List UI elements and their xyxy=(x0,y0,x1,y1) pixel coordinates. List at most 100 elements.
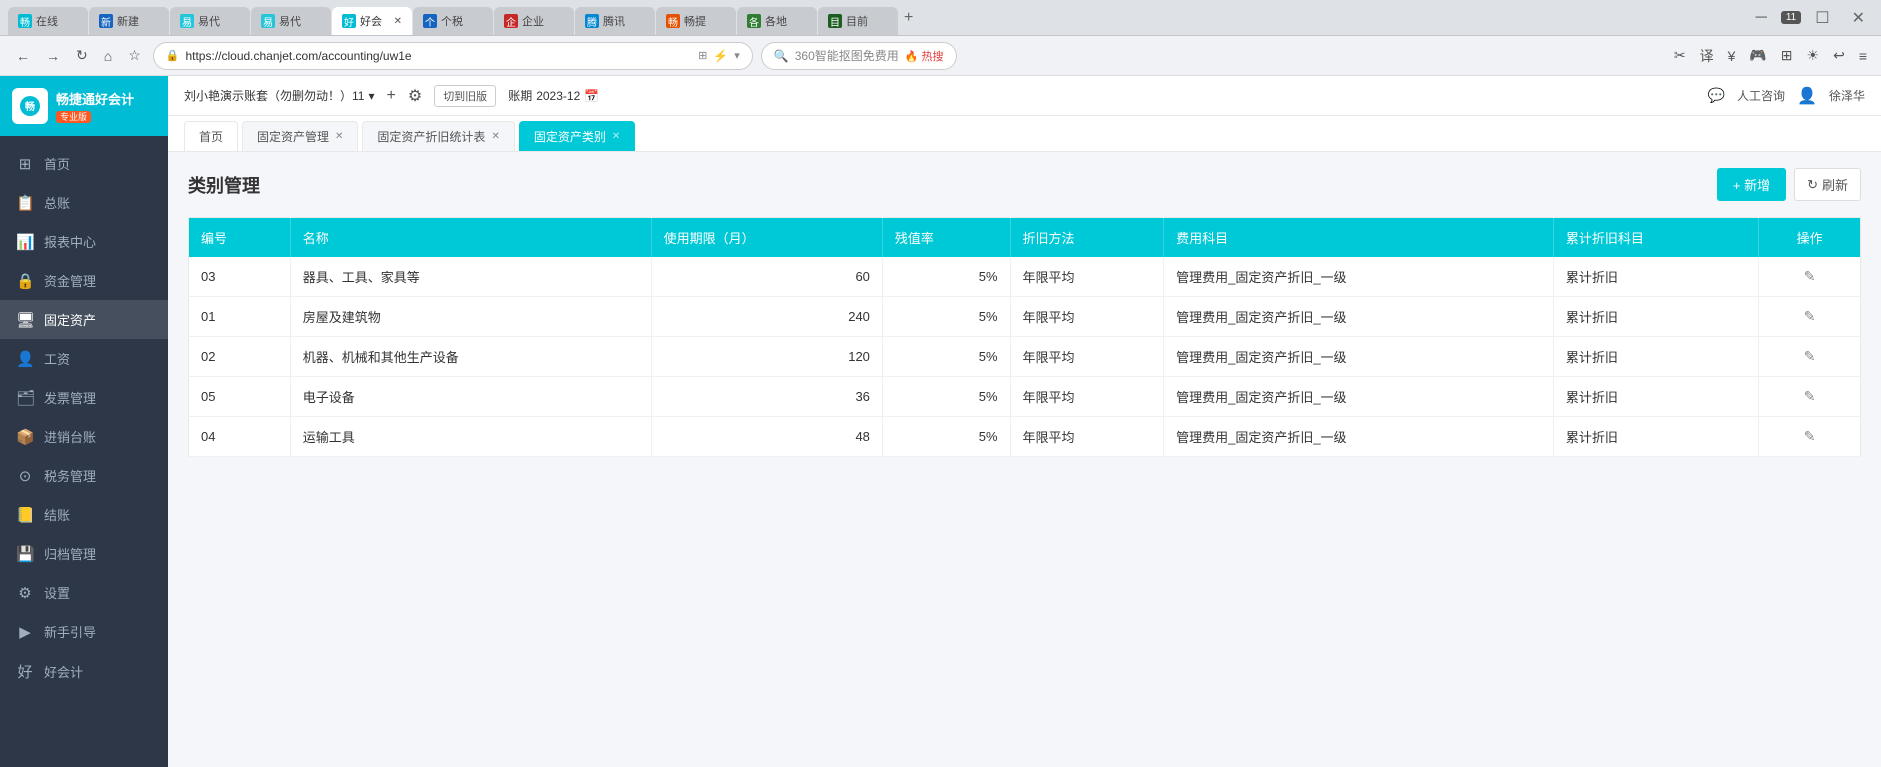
forward-button[interactable]: → xyxy=(42,46,64,66)
page-tab-close-fixed-assets-mgmt[interactable]: ✕ xyxy=(335,131,343,142)
table-header: 编号名称使用期限（月）残值率折旧方法费用科目累计折旧科目操作 xyxy=(189,218,1861,258)
period-label: 账期 xyxy=(508,87,532,104)
sidebar-item-payroll[interactable]: 👤 工资 xyxy=(0,339,168,378)
table-header-残值率: 残值率 xyxy=(882,218,1010,258)
nav-icon-invoices: 🗂 xyxy=(16,389,34,407)
browser-tab-tab1[interactable]: 畅 在线 xyxy=(8,7,88,35)
cell-expense-4: 管理费用_固定资产折旧_一级 xyxy=(1164,417,1554,457)
edit-button-3[interactable]: ✎ xyxy=(1804,388,1816,405)
edit-button-4[interactable]: ✎ xyxy=(1804,428,1816,445)
cut-icon[interactable]: ✂ xyxy=(1672,45,1688,66)
edit-button-2[interactable]: ✎ xyxy=(1804,348,1816,365)
address-bar[interactable]: 🔒 https://cloud.chanjet.com/accounting/u… xyxy=(153,42,753,70)
home-button[interactable]: ⌂ xyxy=(100,46,116,66)
cell-actions-2: ✎ xyxy=(1759,337,1861,377)
table-header-费用科目: 费用科目 xyxy=(1164,218,1554,258)
sidebar-item-archive[interactable]: 💾 归档管理 xyxy=(0,534,168,573)
bookmark-button[interactable]: ☆ xyxy=(124,45,145,66)
sidebar-item-funds[interactable]: 🔒 资金管理 xyxy=(0,261,168,300)
tab-close-icon[interactable]: ✕ xyxy=(394,16,402,27)
switch-to-old-version-button[interactable]: 切到旧版 xyxy=(434,85,496,107)
settings-button[interactable]: ⚙ xyxy=(408,86,422,106)
sidebar-item-invoices[interactable]: 🗂 发票管理 xyxy=(0,378,168,417)
refresh-button[interactable]: ↻ 刷新 xyxy=(1794,168,1861,201)
browser-tab-tab6[interactable]: 个 个税 xyxy=(413,7,493,35)
cell-expense-0: 管理费用_固定资产折旧_一级 xyxy=(1164,257,1554,297)
browser-tab-tab9[interactable]: 畅 畅提 xyxy=(656,7,736,35)
tab-favicon: 各 xyxy=(747,14,761,28)
user-dropdown-icon[interactable]: ▾ xyxy=(368,89,374,103)
browser-tab-tab8[interactable]: 腾 腾讯 xyxy=(575,7,655,35)
back-button[interactable]: ← xyxy=(12,46,34,66)
table-header-编号: 编号 xyxy=(189,218,291,258)
address-dropdown-icon[interactable]: ▾ xyxy=(734,49,740,62)
action-buttons: + 新增 ↻ 刷新 xyxy=(1717,168,1861,201)
add-account-button[interactable]: + xyxy=(387,87,396,105)
page-tab-label-fixed-assets-mgmt: 固定资产管理 xyxy=(257,128,329,145)
address-lightning-icon: ⚡ xyxy=(713,49,728,63)
page-tab-fixed-assets-depreciation[interactable]: 固定资产折旧统计表 ✕ xyxy=(362,121,514,151)
content-area: 类别管理 + 新增 ↻ 刷新 编号名称使用期限（月）残值率折旧方法费用科目累计折… xyxy=(168,152,1881,767)
grid-icon[interactable]: ⊞ xyxy=(1779,45,1795,66)
sidebar-item-settlement[interactable]: 📒 结账 xyxy=(0,495,168,534)
nav-icon-ledger: 📋 xyxy=(16,194,34,212)
table-row: 04 运输工具 48 5% 年限平均 管理费用_固定资产折旧_一级 累计折旧 ✎ xyxy=(189,417,1861,457)
cell-residual-2: 5% xyxy=(882,337,1010,377)
browser-tab-tab2[interactable]: 新 新建 xyxy=(89,7,169,35)
sidebar-item-reports[interactable]: 📊 报表中心 xyxy=(0,222,168,261)
add-button[interactable]: + 新增 xyxy=(1717,168,1786,201)
user-account-name: 刘小艳演示账套（勿删勿动！）11 xyxy=(184,87,364,104)
sidebar-item-settings[interactable]: ⚙ 设置 xyxy=(0,573,168,612)
nav-label-payroll: 工资 xyxy=(44,349,70,368)
page-tab-fixed-assets-mgmt[interactable]: 固定资产管理 ✕ xyxy=(242,121,358,151)
page-tab-close-fixed-assets-depreciation[interactable]: ✕ xyxy=(491,131,499,142)
menu-icon[interactable]: ≡ xyxy=(1857,46,1869,66)
browser-tab-tab3[interactable]: 易 易代 xyxy=(170,7,250,35)
edit-button-1[interactable]: ✎ xyxy=(1804,308,1816,325)
sidebar-item-home[interactable]: ⊞ 首页 xyxy=(0,144,168,183)
wallet-icon[interactable]: ¥ xyxy=(1726,46,1738,66)
refresh-label: 刷新 xyxy=(1822,175,1848,194)
calendar-icon[interactable]: 📅 xyxy=(584,89,599,103)
nav-label-home: 首页 xyxy=(44,154,70,173)
sidebar-item-tax[interactable]: ⊙ 税务管理 xyxy=(0,456,168,495)
new-tab-button[interactable]: + xyxy=(898,9,919,27)
window-minimize-button[interactable]: ─ xyxy=(1748,7,1775,29)
search-bar[interactable]: 🔍 360智能抠图免费用 🔥 热搜 xyxy=(761,42,957,70)
sidebar-item-ledger[interactable]: 📋 总账 xyxy=(0,183,168,222)
logo-badge: 专业版 xyxy=(56,111,91,123)
browser-tab-tab4[interactable]: 易 易代 xyxy=(251,7,331,35)
page-tab-fixed-assets-category[interactable]: 固定资产类别 ✕ xyxy=(519,121,635,151)
page-title: 类别管理 xyxy=(188,172,260,198)
ssl-lock-icon: 🔒 xyxy=(166,49,180,62)
sidebar-item-good-account[interactable]: 好 好会计 xyxy=(0,651,168,692)
tab-favicon: 个 xyxy=(423,14,437,28)
sidebar-logo: 畅 畅捷通好会计 专业版 xyxy=(0,76,168,136)
page-tab-home[interactable]: 首页 xyxy=(184,121,238,151)
browser-tab-tab5[interactable]: 好 好会 ✕ xyxy=(332,7,412,35)
window-maximize-button[interactable]: ☐ xyxy=(1807,6,1837,30)
sun-icon[interactable]: ☀ xyxy=(1805,45,1822,66)
cell-name-0: 器具、工具、家具等 xyxy=(290,257,651,297)
service-label[interactable]: 人工咨询 xyxy=(1737,87,1785,104)
game-icon[interactable]: 🎮 xyxy=(1747,45,1768,66)
tab-favicon: 企 xyxy=(504,14,518,28)
nav-label-ledger: 总账 xyxy=(44,193,70,212)
translate-icon[interactable]: 译 xyxy=(1698,44,1716,68)
sidebar-item-fixed-assets[interactable]: 🖥 固定资产 xyxy=(0,300,168,339)
window-close-button[interactable]: ✕ xyxy=(1844,6,1873,30)
browser-tab-tab10[interactable]: 各 各地 xyxy=(737,7,817,35)
undo-icon[interactable]: ↩ xyxy=(1831,45,1847,66)
browser-tab-tab7[interactable]: 企 企业 xyxy=(494,7,574,35)
sidebar-item-guide[interactable]: ▶ 新手引导 xyxy=(0,612,168,651)
edit-button-0[interactable]: ✎ xyxy=(1804,268,1816,285)
browser-tab-tab11[interactable]: 目 目前 xyxy=(818,7,898,35)
reload-button[interactable]: ↻ xyxy=(72,45,92,66)
page-tab-label-fixed-assets-category: 固定资产类别 xyxy=(534,128,606,145)
sidebar-item-purchase-sales[interactable]: 📦 进销台账 xyxy=(0,417,168,456)
cell-name-1: 房屋及建筑物 xyxy=(290,297,651,337)
cell-residual-0: 5% xyxy=(882,257,1010,297)
cell-residual-3: 5% xyxy=(882,377,1010,417)
table-header-名称: 名称 xyxy=(290,218,651,258)
page-tab-close-fixed-assets-category[interactable]: ✕ xyxy=(612,131,620,142)
